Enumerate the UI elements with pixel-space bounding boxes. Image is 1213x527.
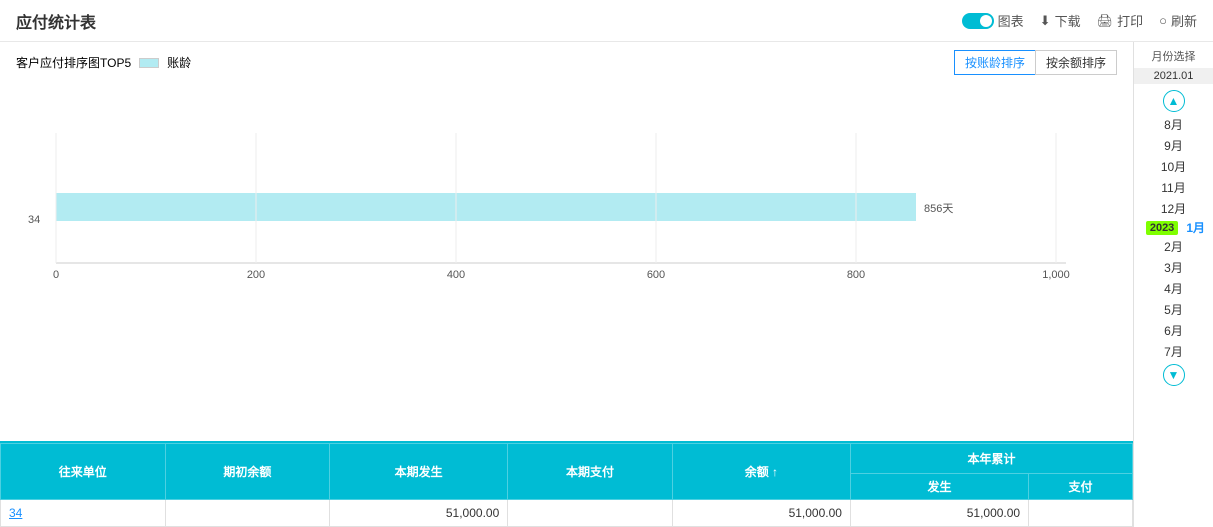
sidebar-month-2[interactable]: 2月: [1134, 236, 1213, 257]
header: 应付统计表 图表 ⬇ 下载 🖨 打印 ○ 刷新: [0, 0, 1213, 42]
x-tick-0: 0: [53, 269, 59, 281]
cell-ytd-occur: 51,000.00: [850, 500, 1028, 527]
balance-sort-icon[interactable]: ↑: [772, 465, 778, 479]
sidebar-up-button[interactable]: ▲: [1163, 90, 1185, 112]
sidebar-month-8[interactable]: 8月: [1134, 114, 1213, 135]
unit-link[interactable]: 34: [9, 506, 22, 520]
cell-current-occur: 51,000.00: [330, 500, 508, 527]
sidebar-current-date: 2021.01: [1134, 68, 1213, 84]
chart-header: 客户应付排序图TOP5 账龄 按账龄排序 按余额排序: [0, 42, 1133, 83]
right-sidebar: 月份选择 2021.01 ▲ 8月 9月 10月 11月 12月 2023 1月…: [1133, 42, 1213, 527]
cell-current-pay: [508, 500, 673, 527]
page-title: 应付统计表: [16, 9, 96, 33]
header-actions: 图表 ⬇ 下载 🖨 打印 ○ 刷新: [962, 11, 1197, 30]
sidebar-year-row: 2023 1月: [1134, 219, 1213, 236]
bar-days-label: 856天: [924, 203, 953, 215]
x-tick-600: 600: [647, 269, 665, 281]
bar-chart-svg: 34 856天 0 200 400 600 800 1,000: [16, 83, 1117, 343]
col-current-pay: 本期支付: [508, 444, 673, 500]
legend-color-label: 账龄: [167, 54, 191, 71]
chart-visual: 34 856天 0 200 400 600 800 1,000: [0, 83, 1133, 441]
table-area: 往来单位 期初余额 本期发生 本期支付 余额 ↑ 本年累计: [0, 441, 1133, 527]
summary-table: 往来单位 期初余额 本期发生 本期支付 余额 ↑ 本年累计: [0, 443, 1133, 527]
download-label: 下载: [1055, 11, 1081, 30]
chart-toggle[interactable]: 图表: [962, 11, 1024, 30]
sort-by-amount-button[interactable]: 按账龄排序: [954, 50, 1035, 75]
sidebar-down-button[interactable]: ▼: [1163, 364, 1185, 386]
col-ytd-occur: 发生: [850, 474, 1028, 500]
sidebar-month-5[interactable]: 5月: [1134, 299, 1213, 320]
cell-ytd-pay: [1029, 500, 1133, 527]
col-ytd-group: 本年累计: [850, 444, 1132, 474]
sidebar-month-7[interactable]: 7月: [1134, 341, 1213, 362]
app-container: 应付统计表 图表 ⬇ 下载 🖨 打印 ○ 刷新: [0, 0, 1213, 527]
col-ytd-pay: 支付: [1029, 474, 1133, 500]
legend-text: 客户应付排序图TOP5: [16, 54, 131, 71]
sidebar-month-3[interactable]: 3月: [1134, 257, 1213, 278]
x-tick-800: 800: [847, 269, 865, 281]
sort-by-balance-button[interactable]: 按余额排序: [1035, 50, 1117, 75]
download-icon: ⬇: [1040, 13, 1051, 29]
sidebar-year-badge: 2023: [1146, 221, 1178, 235]
chart-area: 客户应付排序图TOP5 账龄 按账龄排序 按余额排序 34 856天: [0, 42, 1133, 527]
cell-opening: [165, 500, 330, 527]
download-button[interactable]: ⬇ 下载: [1040, 11, 1081, 30]
x-tick-200: 200: [247, 269, 265, 281]
print-label: 打印: [1117, 11, 1143, 30]
table-row: 34 51,000.00 51,000.00 51,000.00: [1, 500, 1133, 527]
main-content: 客户应付排序图TOP5 账龄 按账龄排序 按余额排序 34 856天: [0, 42, 1213, 527]
sidebar-month-10[interactable]: 10月: [1134, 156, 1213, 177]
col-opening: 期初余额: [165, 444, 330, 500]
col-balance: 余额 ↑: [672, 444, 850, 500]
chart-sort-buttons: 按账龄排序 按余额排序: [954, 50, 1117, 75]
cell-balance: 51,000.00: [672, 500, 850, 527]
sidebar-month-9[interactable]: 9月: [1134, 135, 1213, 156]
sidebar-month-4[interactable]: 4月: [1134, 278, 1213, 299]
refresh-icon: ○: [1159, 13, 1167, 28]
bar-y-label: 34: [28, 214, 40, 226]
legend-color-box: [139, 58, 159, 68]
sidebar-month-12[interactable]: 12月: [1134, 198, 1213, 219]
sidebar-month-11[interactable]: 11月: [1134, 177, 1213, 198]
bar-rect: [56, 193, 916, 221]
x-tick-400: 400: [447, 269, 465, 281]
print-button[interactable]: 🖨 打印: [1097, 11, 1144, 30]
col-current-occur: 本期发生: [330, 444, 508, 500]
sidebar-month-1[interactable]: 1月: [1186, 219, 1205, 236]
print-icon: 🖨: [1097, 13, 1114, 29]
refresh-button[interactable]: ○ 刷新: [1159, 11, 1197, 30]
sidebar-title: 月份选择: [1152, 48, 1196, 64]
toggle-switch-icon[interactable]: [962, 13, 994, 29]
sidebar-month-6[interactable]: 6月: [1134, 320, 1213, 341]
chart-legend: 客户应付排序图TOP5 账龄: [16, 54, 191, 71]
x-tick-1000: 1,000: [1042, 269, 1070, 281]
refresh-label: 刷新: [1171, 11, 1197, 30]
chart-label: 图表: [998, 11, 1024, 30]
table-wrapper: 往来单位 期初余额 本期发生 本期支付 余额 ↑ 本年累计: [0, 443, 1133, 527]
cell-unit: 34: [1, 500, 166, 527]
col-unit: 往来单位: [1, 444, 166, 500]
